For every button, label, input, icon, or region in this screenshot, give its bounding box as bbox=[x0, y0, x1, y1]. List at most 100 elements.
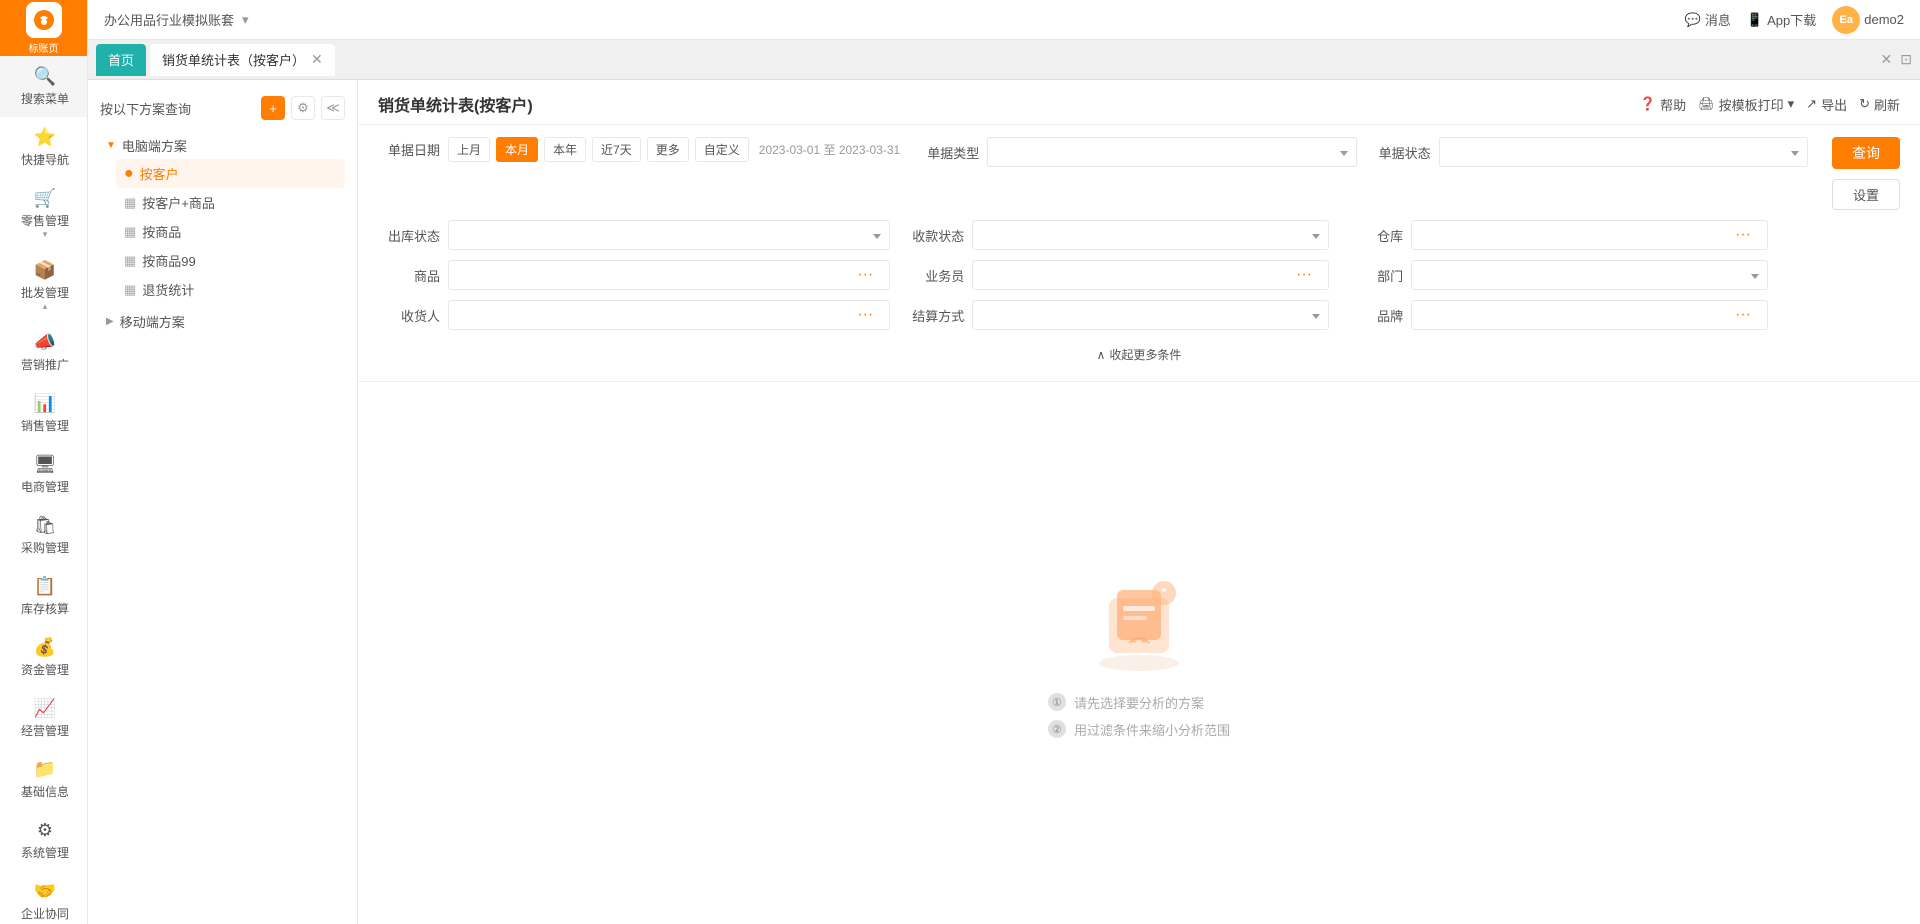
app-logo[interactable]: 标账页 bbox=[0, 0, 87, 56]
date-btn-last-7-days[interactable]: 近7天 bbox=[592, 137, 641, 162]
tree-item-active-icon: ● bbox=[124, 165, 134, 183]
tree-group-label: 移动端方案 bbox=[120, 312, 185, 331]
goods-dots[interactable]: ··· bbox=[849, 266, 881, 284]
date-btn-this-year[interactable]: 本年 bbox=[544, 137, 586, 162]
brand-input[interactable]: ··· bbox=[1411, 300, 1768, 330]
brand-dots[interactable]: ··· bbox=[1727, 306, 1759, 324]
tree-item-by-goods[interactable]: ▦ 按商品 bbox=[116, 217, 345, 246]
sidebar: 标账页 🔍 搜索菜单 ⭐ 快捷导航 🛒 零售管理 ▾ 📦 批发管理 ▴ bbox=[0, 0, 88, 924]
help-button[interactable]: ❓ 帮助 bbox=[1640, 95, 1686, 114]
empty-state: ① 请先选择要分析的方案 ② 用过滤条件来缩小分析范围 bbox=[358, 382, 1920, 924]
collection-status-select[interactable] bbox=[972, 220, 1329, 250]
tab-sales-stat[interactable]: 销货单统计表（按客户） ✕ bbox=[150, 44, 335, 76]
sidebar-item-marketing[interactable]: 📣 营销推广 bbox=[0, 322, 87, 383]
sidebar-item-purchase[interactable]: 🛍 采购管理 bbox=[0, 505, 87, 566]
window-close-icon[interactable]: ✕ bbox=[1881, 51, 1893, 68]
department-select[interactable] bbox=[1411, 260, 1768, 290]
left-panel: 按以下方案查询 + ⚙ ≪ ▼ 电脑端方案 bbox=[88, 80, 358, 924]
salesperson-input[interactable]: ··· bbox=[972, 260, 1329, 290]
operations-icon: 📈 bbox=[34, 698, 56, 719]
date-filter-group: 上月 本月 本年 近7天 更多 自定义 2023-03-01 至 2023-03… bbox=[448, 137, 905, 162]
chevron-up-icon: ▴ bbox=[43, 301, 48, 312]
sidebar-item-inventory[interactable]: 📋 库存核算 bbox=[0, 566, 87, 627]
date-btn-custom[interactable]: 自定义 bbox=[695, 137, 749, 162]
ecommerce-icon: 🖥 bbox=[34, 454, 57, 475]
tree-item-icon: ▦ bbox=[124, 282, 136, 298]
add-scheme-button[interactable]: + bbox=[261, 96, 285, 120]
sidebar-item-wholesale[interactable]: 📦 批发管理 ▴ bbox=[0, 250, 87, 322]
sidebar-item-basic[interactable]: 📁 基础信息 bbox=[0, 749, 87, 810]
date-range-text: 2023-03-01 至 2023-03-31 bbox=[759, 141, 900, 158]
tab-bar: 首页 销货单统计表（按客户） ✕ ✕ ⊡ bbox=[88, 40, 1920, 80]
tree-group-desktop-header[interactable]: ▼ 电脑端方案 bbox=[100, 132, 345, 159]
tree-item-return-stat[interactable]: ▦ 退货统计 bbox=[116, 275, 345, 304]
settlement-select[interactable] bbox=[972, 300, 1329, 330]
filter-area: 单据日期 上月 本月 本年 近7天 更多 自定义 2023-03-01 至 20… bbox=[358, 125, 1920, 382]
recipient-input[interactable]: ··· bbox=[448, 300, 890, 330]
query-button[interactable]: 查询 bbox=[1832, 137, 1900, 169]
avatar: Ea bbox=[1832, 6, 1860, 34]
goods-input[interactable]: ··· bbox=[448, 260, 890, 290]
scheme-collapse-icon[interactable]: ≪ bbox=[321, 96, 345, 120]
inventory-icon: 📋 bbox=[34, 576, 56, 597]
date-btn-more[interactable]: 更多 bbox=[647, 137, 689, 162]
sidebar-item-label: 搜索菜单 bbox=[21, 90, 69, 107]
recipient-dots[interactable]: ··· bbox=[849, 306, 881, 324]
delivery-status-select[interactable] bbox=[448, 220, 890, 250]
user-profile[interactable]: Ea demo2 bbox=[1832, 6, 1904, 34]
empty-tip-1-text: 请先选择要分析的方案 bbox=[1074, 693, 1204, 712]
sidebar-item-label: 库存核算 bbox=[21, 600, 69, 617]
sidebar-item-label: 系统管理 bbox=[21, 844, 69, 861]
sidebar-item-sales[interactable]: 📊 销售管理 bbox=[0, 383, 87, 444]
sidebar-item-retail[interactable]: 🛒 零售管理 ▾ bbox=[0, 178, 87, 250]
date-filter-label: 单据日期 bbox=[378, 140, 448, 159]
tree-item-by-customer[interactable]: ● 按客户 bbox=[116, 159, 345, 188]
salesperson-dots[interactable]: ··· bbox=[1288, 266, 1320, 284]
tree-item-by-goods-99[interactable]: ▦ 按商品99 bbox=[116, 246, 345, 275]
goods-label: 商品 bbox=[378, 266, 448, 285]
warehouse-dots[interactable]: ··· bbox=[1727, 226, 1759, 244]
date-btn-this-month[interactable]: 本月 bbox=[496, 137, 538, 162]
settings-button[interactable]: 设置 bbox=[1832, 179, 1900, 210]
export-button[interactable]: ↗ 导出 bbox=[1806, 95, 1847, 114]
message-button[interactable]: 💬 消息 bbox=[1685, 10, 1731, 29]
collapse-filters-button[interactable]: ∧ 收起更多条件 bbox=[378, 340, 1900, 369]
sidebar-item-enterprise[interactable]: 🤝 企业协同 bbox=[0, 871, 87, 924]
page-title-bar: 销货单统计表(按客户) ❓ 帮助 🖨 按模板打印 ▾ ↗ bbox=[358, 80, 1920, 125]
search-icon: 🔍 bbox=[34, 66, 56, 87]
page-actions: ❓ 帮助 🖨 按模板打印 ▾ ↗ 导出 ↻ bbox=[1640, 95, 1900, 114]
warehouse-input[interactable]: ··· bbox=[1411, 220, 1768, 250]
app-download-button[interactable]: 📱 App下载 bbox=[1747, 10, 1816, 29]
tree-group-label: 电脑端方案 bbox=[122, 136, 187, 155]
empty-tip-2-text: 用过滤条件来缩小分析范围 bbox=[1074, 720, 1230, 739]
sidebar-item-quick-nav[interactable]: ⭐ 快捷导航 bbox=[0, 117, 87, 178]
refresh-button[interactable]: ↻ 刷新 bbox=[1859, 95, 1900, 114]
settlement-label: 结算方式 bbox=[902, 306, 972, 325]
left-panel-header: 按以下方案查询 + ⚙ ≪ bbox=[88, 92, 357, 128]
page-title: 销货单统计表(按客户) bbox=[378, 92, 533, 116]
order-status-select[interactable] bbox=[1439, 137, 1808, 167]
sidebar-item-label: 资金管理 bbox=[21, 661, 69, 678]
export-label: 导出 bbox=[1821, 95, 1847, 114]
tab-close-icon[interactable]: ✕ bbox=[311, 51, 323, 68]
sidebar-item-finance[interactable]: 💰 资金管理 bbox=[0, 627, 87, 688]
marketing-icon: 📣 bbox=[34, 332, 56, 353]
sidebar-item-system[interactable]: ⚙ 系统管理 bbox=[0, 810, 87, 871]
sidebar-item-search-menu[interactable]: 🔍 搜索菜单 bbox=[0, 56, 87, 117]
tree-item-by-customer-goods[interactable]: ▦ 按客户+商品 bbox=[116, 188, 345, 217]
purchase-icon: 🛍 bbox=[34, 515, 57, 536]
recipient-label: 收货人 bbox=[378, 306, 448, 325]
order-type-label: 单据类型 bbox=[917, 143, 987, 162]
empty-illustration bbox=[1079, 568, 1199, 681]
date-btn-last-month[interactable]: 上月 bbox=[448, 137, 490, 162]
scheme-settings-icon[interactable]: ⚙ bbox=[291, 96, 315, 120]
finance-icon: 💰 bbox=[34, 637, 56, 658]
tab-home[interactable]: 首页 bbox=[96, 44, 146, 76]
sidebar-item-operations[interactable]: 📈 经营管理 bbox=[0, 688, 87, 749]
tree-group-mobile-header[interactable]: ▶ 移动端方案 bbox=[100, 308, 345, 335]
template-print-button[interactable]: 🖨 按模板打印 ▾ bbox=[1698, 95, 1794, 114]
sidebar-item-ecommerce[interactable]: 🖥 电商管理 bbox=[0, 444, 87, 505]
window-maximize-icon[interactable]: ⊡ bbox=[1900, 51, 1912, 68]
help-icon: ❓ bbox=[1640, 96, 1656, 112]
order-type-select[interactable] bbox=[987, 137, 1356, 167]
